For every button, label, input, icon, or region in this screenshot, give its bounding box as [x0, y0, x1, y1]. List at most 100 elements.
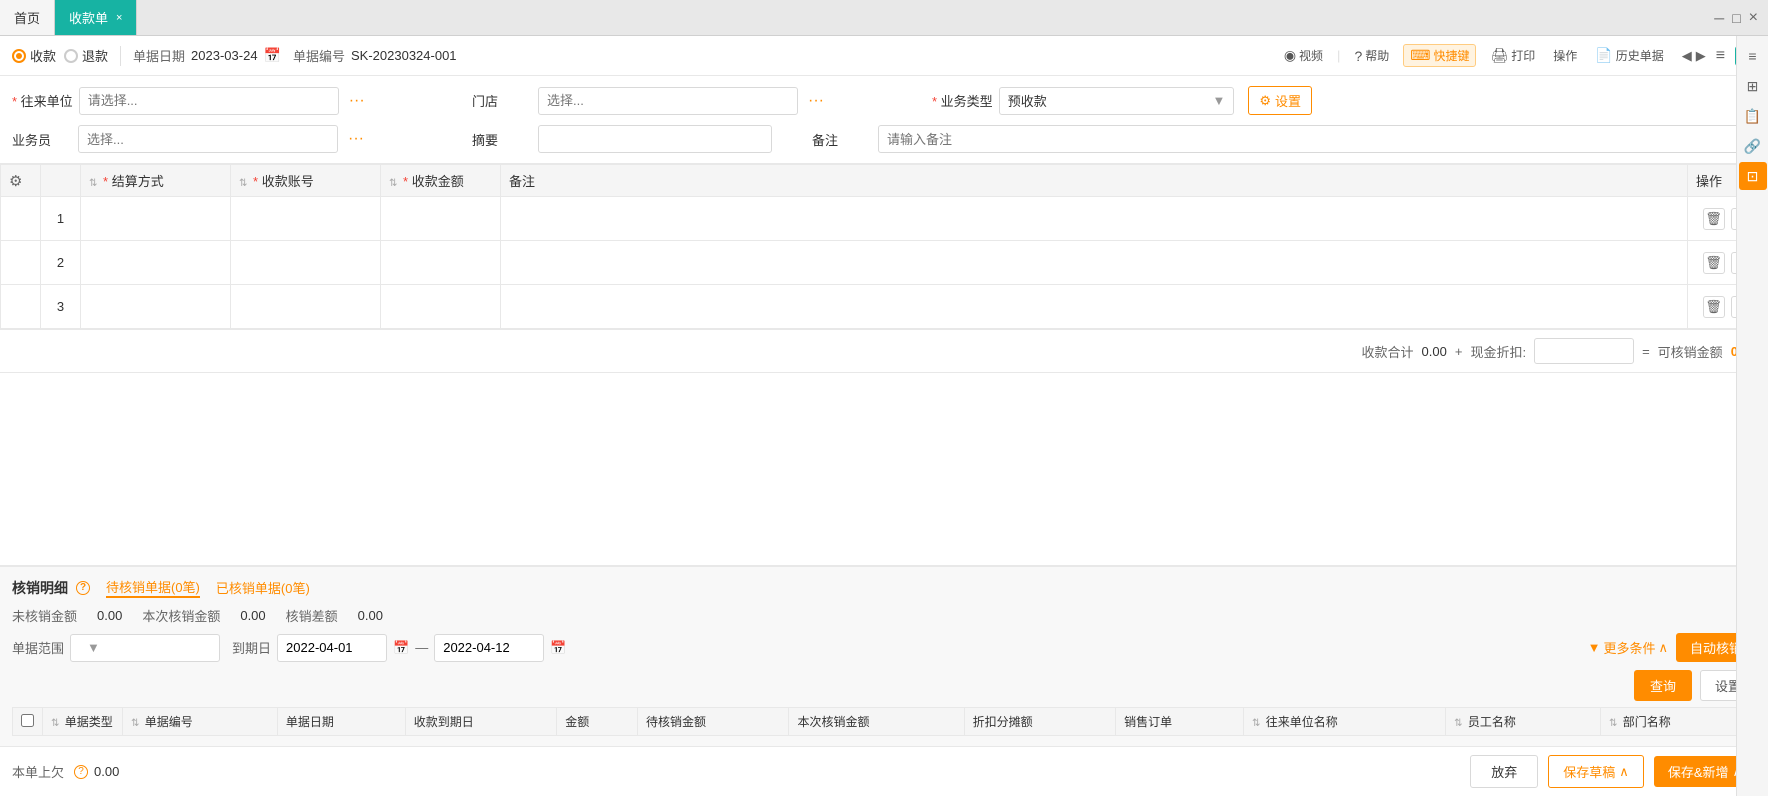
sidebar-icon-link[interactable]: 🔗: [1739, 132, 1767, 160]
counterpart-input[interactable]: [79, 87, 339, 115]
row-1-settle[interactable]: [81, 197, 231, 241]
sidebar-icon-grid[interactable]: ⊞: [1739, 72, 1767, 100]
help-btn[interactable]: ? 帮助: [1350, 45, 1393, 66]
row-3-account[interactable]: [231, 285, 381, 329]
note-input[interactable]: [878, 125, 1756, 153]
verify-header: 核销明细 ? 待核销单据(0笔) 已核销单据(0笔): [12, 577, 1756, 598]
right-sidebar: ≡ ⊞ 📋 🔗 ⊡: [1736, 36, 1768, 796]
save-draft-btn[interactable]: 保存草稿 ∧: [1548, 755, 1644, 788]
row-1-remark[interactable]: [501, 197, 1688, 241]
business-type-value: 预收款: [1008, 91, 1047, 110]
radio-refund-label: 退款: [82, 46, 108, 65]
window-max-icon[interactable]: □: [1732, 10, 1740, 26]
operation-btn[interactable]: 操作: [1549, 45, 1581, 66]
window-min-icon[interactable]: ─: [1714, 10, 1724, 26]
col-remark-header: 备注: [501, 165, 1688, 197]
row-2-remark[interactable]: [501, 241, 1688, 285]
window-close-icon[interactable]: ×: [1749, 9, 1758, 27]
query-btn[interactable]: 查询: [1634, 670, 1692, 701]
counterpart-more-icon[interactable]: ···: [349, 92, 365, 110]
toolbar-right: ◉ 视频 | ? 帮助 ⌨ 快捷键 🖨 打印 操作 📄 历史单据: [1280, 44, 1756, 67]
business-type-arrow-icon: ▼: [1212, 93, 1225, 108]
verify-done-tab[interactable]: 已核销单据(0笔): [216, 578, 310, 597]
radio-receipt[interactable]: 收款: [12, 46, 56, 65]
summary-input[interactable]: [538, 125, 772, 153]
equals-sign: =: [1642, 344, 1650, 359]
row-2-delete-btn[interactable]: 🗑: [1703, 252, 1725, 274]
calendar-to-icon[interactable]: 📅: [550, 640, 566, 656]
sidebar-icon-clipboard[interactable]: 📋: [1739, 102, 1767, 130]
sidebar-icon-table[interactable]: ≡: [1739, 42, 1767, 70]
vcol-pending: 待核销金额: [637, 708, 789, 736]
tab-receipt[interactable]: 收款单 ×: [55, 0, 137, 35]
diff-value: 0.00: [358, 608, 383, 623]
verify-pending-tab[interactable]: 待核销单据(0笔): [106, 577, 200, 598]
shortcut-btn[interactable]: ⌨ 快捷键: [1403, 44, 1476, 67]
salesperson-label: 业务员: [12, 130, 72, 149]
history-icon: 📄: [1595, 47, 1612, 64]
verify-select-all-checkbox[interactable]: [21, 714, 34, 727]
row-3-remark[interactable]: [501, 285, 1688, 329]
table-header-row: ⚙ ⇅ 结算方式 ⇅ 收款账号 ⇅ 收款金额: [1, 165, 1768, 197]
form-row-2: 业务员 ··· 摘要 备注: [12, 125, 1756, 153]
calendar-from-icon[interactable]: 📅: [393, 640, 409, 656]
bottom-info-icon[interactable]: ?: [74, 765, 88, 779]
row-1-delete-btn[interactable]: 🗑: [1703, 208, 1725, 230]
total-value: 0.00: [1422, 344, 1447, 359]
row-2-settle[interactable]: [81, 241, 231, 285]
shop-label: 门店: [472, 91, 532, 110]
verify-filter-right: ▼ 更多条件 ∧ 自动核销: [1588, 633, 1756, 662]
row-2-account[interactable]: [231, 241, 381, 285]
discount-input[interactable]: [1534, 338, 1634, 364]
business-type-select[interactable]: 预收款 ▼: [999, 87, 1235, 115]
row-3-settle[interactable]: [81, 285, 231, 329]
video-btn[interactable]: ◉ 视频: [1280, 45, 1327, 66]
current-verify-value: 0.00: [240, 608, 265, 623]
settings-button[interactable]: ⚙ 设置: [1248, 86, 1312, 115]
vsort-number: ⇅: [131, 718, 139, 729]
date-from-input[interactable]: [277, 634, 387, 662]
shop-input[interactable]: [538, 87, 798, 115]
range-field: 单据范围 ▼: [12, 634, 220, 662]
business-type-label: 业务类型: [932, 91, 993, 110]
tab-home-label: 首页: [14, 8, 40, 27]
row-3-amount[interactable]: [381, 285, 501, 329]
sidebar-icon-frame[interactable]: ⊡: [1739, 162, 1767, 190]
shop-field: 门店 ···: [472, 87, 892, 115]
verify-table-header-row: ⇅ 单据类型 ⇅ 单据编号 单据日期 收款到期日: [13, 708, 1756, 736]
row-1-amount[interactable]: [381, 197, 501, 241]
tab-close-icon[interactable]: ×: [116, 12, 122, 24]
shop-more-icon[interactable]: ···: [808, 92, 824, 110]
range-select[interactable]: ▼: [70, 634, 220, 662]
tab-home[interactable]: 首页: [0, 0, 55, 35]
abandon-btn[interactable]: 放弃: [1470, 755, 1538, 788]
salesperson-more-icon[interactable]: ···: [348, 130, 364, 148]
layout-list-icon[interactable]: ≡: [1716, 47, 1725, 65]
date-range-dash: —: [415, 640, 428, 655]
row-3-delete-btn[interactable]: 🗑: [1703, 296, 1725, 318]
row-2-settings-cell: [1, 241, 41, 285]
print-btn[interactable]: 🖨 打印: [1486, 45, 1539, 66]
radio-refund[interactable]: 退款: [64, 46, 108, 65]
bottom-info: 本单上欠 ? 0.00: [12, 762, 119, 781]
history-btn[interactable]: 📄 历史单据: [1591, 45, 1667, 66]
row-2-amount[interactable]: [381, 241, 501, 285]
prev-icon[interactable]: ◀: [1682, 48, 1692, 64]
next-icon[interactable]: ▶: [1696, 48, 1706, 64]
more-conditions-btn[interactable]: ▼ 更多条件 ∧: [1588, 638, 1668, 657]
settings-btn[interactable]: ⚙ 设置: [1248, 86, 1312, 115]
sort-icon-account: ⇅: [239, 178, 247, 189]
history-label: 历史单据: [1616, 47, 1664, 64]
table-settings-icon[interactable]: ⚙: [9, 173, 22, 190]
current-verify-label: 本次核销金额: [142, 606, 220, 625]
verify-info-icon[interactable]: ?: [76, 581, 90, 595]
date-to-input[interactable]: [434, 634, 544, 662]
col-amount-header: ⇅ 收款金额: [381, 165, 501, 197]
row-1-account[interactable]: [231, 197, 381, 241]
salesperson-input[interactable]: [78, 125, 338, 153]
vsort-partner: ⇅: [1252, 718, 1260, 729]
summary-field: 摘要: [472, 125, 772, 153]
bottom-bar: 本单上欠 ? 0.00 放弃 保存草稿 ∧ 保存&新增 ∧: [0, 746, 1768, 796]
col-settings-header[interactable]: ⚙: [1, 165, 41, 197]
calendar-icon[interactable]: 📅: [264, 47, 281, 64]
